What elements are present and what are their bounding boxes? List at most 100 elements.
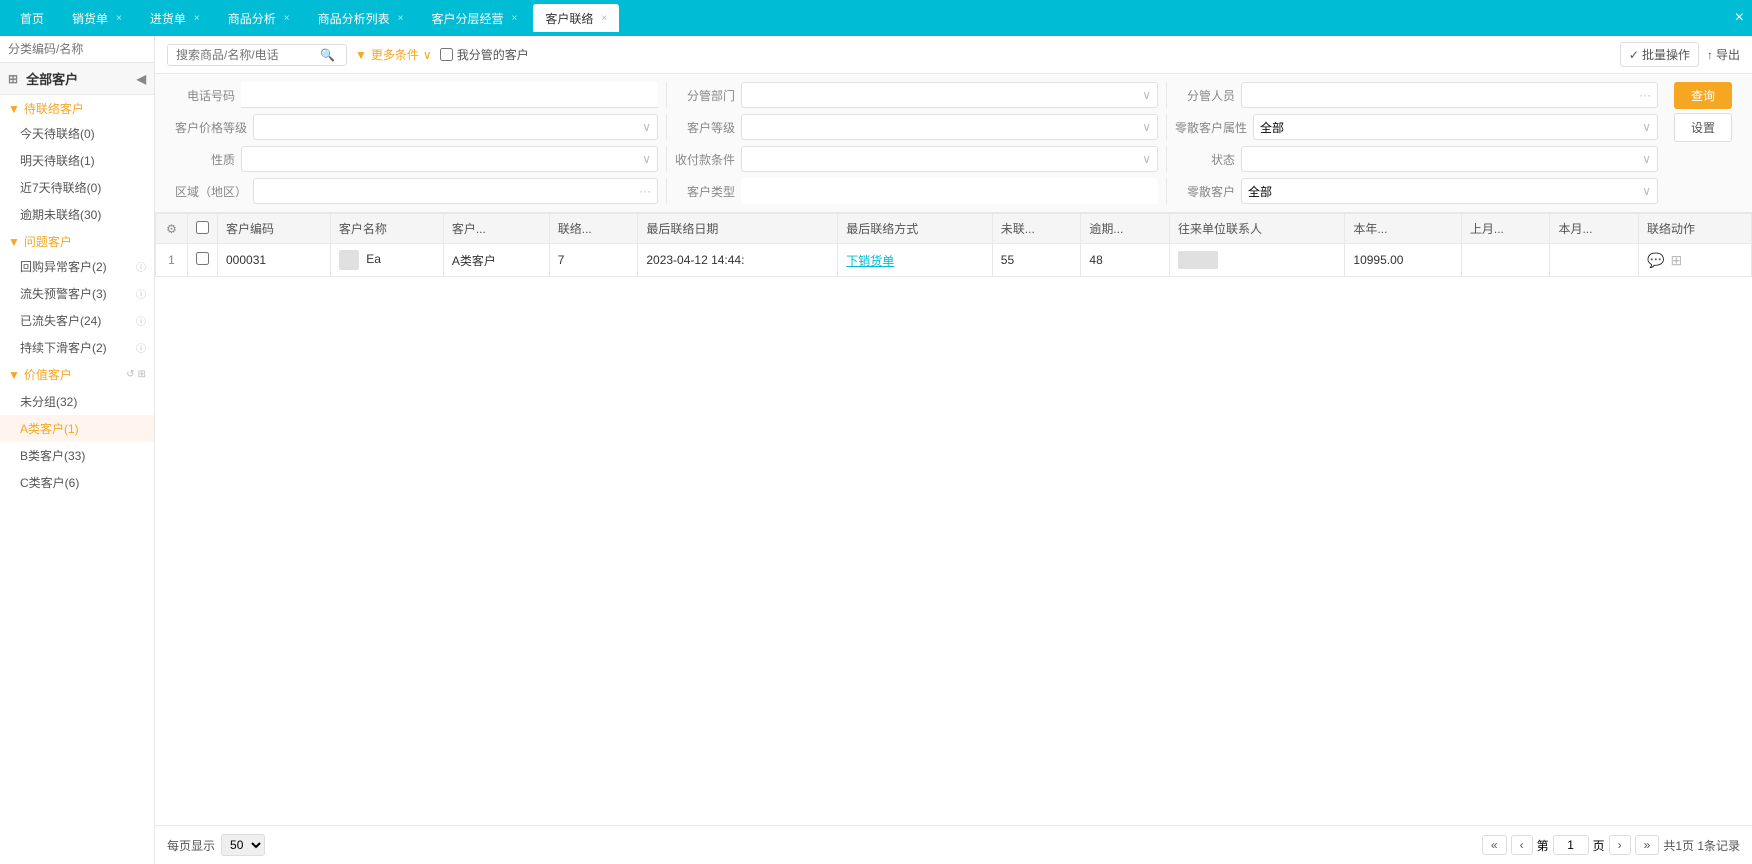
batch-ops-btn[interactable]: ✓ 批量操作: [1620, 42, 1699, 67]
customer-name: Ea: [366, 252, 381, 266]
pending-group-label[interactable]: ▼ 待联络客户: [0, 95, 154, 120]
query-button[interactable]: 查询: [1674, 82, 1732, 109]
table-footer: 每页显示 50 « ‹ 第 页 › » 共1页 1条记录: [155, 825, 1752, 864]
row-checkbox[interactable]: [196, 252, 209, 265]
sidebar-item-today[interactable]: 今天待联络(0): [0, 120, 154, 147]
sidebar-item-declining[interactable]: 持续下滑客户(2) ⓘ: [0, 334, 154, 361]
value-group-title: 价值客户: [24, 366, 72, 383]
nav-tab-analysis-close[interactable]: ×: [284, 13, 290, 24]
nav-tab-sales[interactable]: 销货单 ×: [60, 4, 134, 32]
all-customers-header[interactable]: ⊞ 全部客户 ◀: [0, 63, 154, 95]
all-customers-label: 全部客户: [26, 69, 78, 88]
sidebar-search-input[interactable]: [8, 42, 155, 56]
filter-search-container: 🔍: [167, 44, 347, 66]
export-btn[interactable]: ↑ 导出: [1707, 42, 1740, 67]
my-customers-checkbox[interactable]: [440, 48, 453, 61]
qr-icon[interactable]: ⊞: [1670, 252, 1682, 269]
nav-tab-customer-tier-close[interactable]: ×: [511, 13, 517, 24]
settings-button[interactable]: 设置: [1674, 113, 1732, 142]
col-actions-label: 联络动作: [1647, 222, 1695, 236]
problem-group-label[interactable]: ▼ 问题客户: [0, 228, 154, 253]
row-name: Ea: [330, 244, 443, 277]
sidebar-item-class-b[interactable]: B类客户(33): [0, 442, 154, 469]
dept-chevron: ∨: [1142, 88, 1151, 102]
nav-tab-sales-close[interactable]: ×: [116, 13, 122, 24]
row-actions: 💬 ⊞: [1639, 244, 1752, 277]
row-not-contacted: 55: [992, 244, 1081, 277]
nav-tab-analysis[interactable]: 商品分析 ×: [216, 4, 302, 32]
nav-tab-customer-contact[interactable]: 客户联络 ×: [533, 4, 619, 32]
filter-search-input[interactable]: [176, 48, 316, 62]
payment-label: 收付款条件: [675, 151, 735, 168]
nav-tab-analysis-list-label: 商品分析列表: [318, 10, 390, 27]
col-last-month: 上月...: [1461, 214, 1550, 244]
sidebar-item-churn-warning[interactable]: 流失预警客户(3) ⓘ: [0, 280, 154, 307]
nav-tab-purchase[interactable]: 进货单 ×: [138, 4, 212, 32]
next-page-btn[interactable]: ›: [1609, 835, 1631, 855]
nav-tab-analysis-list-close[interactable]: ×: [398, 13, 404, 24]
prev-page-btn[interactable]: ‹: [1511, 835, 1533, 855]
churn-warning-label: 流失预警客户(3): [20, 285, 136, 302]
region-input[interactable]: ···: [253, 178, 658, 204]
status-chevron: ∨: [1642, 152, 1651, 166]
sidebar-collapse-icon[interactable]: ◀: [137, 72, 146, 86]
last-method-link[interactable]: 下销货单: [846, 254, 894, 268]
last-page-btn[interactable]: »: [1635, 835, 1660, 855]
page-size-select[interactable]: 50: [221, 834, 265, 856]
col-overdue-label: 逾期...: [1089, 222, 1123, 236]
sidebar-item-class-c[interactable]: C类客户(6): [0, 469, 154, 496]
sidebar-item-7days[interactable]: 近7天待联络(0): [0, 174, 154, 201]
sidebar-item-tomorrow[interactable]: 明天待联络(1): [0, 147, 154, 174]
customer-type-input[interactable]: [741, 178, 1158, 204]
add-icon[interactable]: ⊞: [138, 369, 146, 380]
page-size-label: 每页显示: [167, 837, 215, 854]
sidebar-item-class-a[interactable]: A类客户(1): [0, 415, 154, 442]
manager-label: 分管人员: [1175, 87, 1235, 104]
nav-tab-home[interactable]: 首页: [8, 4, 56, 32]
table-settings-icon[interactable]: ⚙: [166, 222, 177, 236]
retail-attr-select[interactable]: 全部 ∨: [1253, 114, 1658, 140]
select-all-checkbox[interactable]: [196, 221, 209, 234]
page-size-container: 每页显示 50: [167, 834, 265, 856]
row-num: 1: [156, 244, 188, 277]
retail-customer-select[interactable]: 全部 ∨: [1241, 178, 1658, 204]
nav-tab-purchase-label: 进货单: [150, 10, 186, 27]
class-b-label: B类客户(33): [20, 447, 146, 464]
col-overdue: 逾期...: [1081, 214, 1170, 244]
nature-label: 性质: [175, 151, 235, 168]
close-all-tabs[interactable]: ×: [1735, 9, 1744, 27]
filter-more-btn[interactable]: ▼ 更多条件 ∨: [355, 46, 432, 63]
first-page-btn[interactable]: «: [1482, 835, 1507, 855]
customer-level-select[interactable]: ∨: [741, 114, 1158, 140]
sidebar-item-overdue[interactable]: 逾期未联络(30): [0, 201, 154, 228]
nature-select[interactable]: ∨: [241, 146, 658, 172]
nav-tab-analysis-list[interactable]: 商品分析列表 ×: [306, 4, 416, 32]
value-group-header[interactable]: ▼ 价值客户 ↺ ⊞: [0, 361, 154, 388]
filter-search-icon[interactable]: 🔍: [320, 48, 335, 62]
col-not-contacted: 未联...: [992, 214, 1081, 244]
payment-select[interactable]: ∨: [741, 146, 1158, 172]
nav-tab-customer-tier-label: 客户分层经营: [431, 10, 503, 27]
overdue-pending-label: 逾期未联络(30): [20, 206, 146, 223]
phone-input[interactable]: [241, 82, 658, 108]
class-c-label: C类客户(6): [20, 474, 146, 491]
chat-icon[interactable]: 💬: [1647, 252, 1664, 269]
page-input[interactable]: [1553, 835, 1589, 855]
sidebar-item-unclassified[interactable]: 未分组(32): [0, 388, 154, 415]
price-level-select[interactable]: ∨: [253, 114, 658, 140]
nav-tab-customer-tier[interactable]: 客户分层经营 ×: [419, 4, 529, 32]
data-table: ⚙ 客户编码 客户名称 客户... 联络... 最后联络日期 最后联络方式 未联…: [155, 213, 1752, 277]
refresh-icon[interactable]: ↺: [126, 369, 134, 380]
my-customers-filter[interactable]: 我分管的客户: [440, 46, 529, 63]
dept-select[interactable]: ∨: [741, 82, 1158, 108]
nav-tab-customer-contact-close[interactable]: ×: [601, 13, 607, 24]
nav-tab-purchase-close[interactable]: ×: [194, 13, 200, 24]
col-last-method-label: 最后联络方式: [846, 222, 918, 236]
manager-input[interactable]: ···: [1241, 82, 1658, 108]
filter-region: 区域（地区） ···: [167, 178, 667, 204]
adv-filter-row-2: 客户价格等级 ∨ 客户等级 ∨: [167, 114, 1666, 140]
col-code: 客户编码: [218, 214, 331, 244]
status-select[interactable]: ∨: [1241, 146, 1658, 172]
sidebar-item-repurchase-abnormal[interactable]: 回购异常客户(2) ⓘ: [0, 253, 154, 280]
sidebar-item-churned[interactable]: 已流失客户(24) ⓘ: [0, 307, 154, 334]
